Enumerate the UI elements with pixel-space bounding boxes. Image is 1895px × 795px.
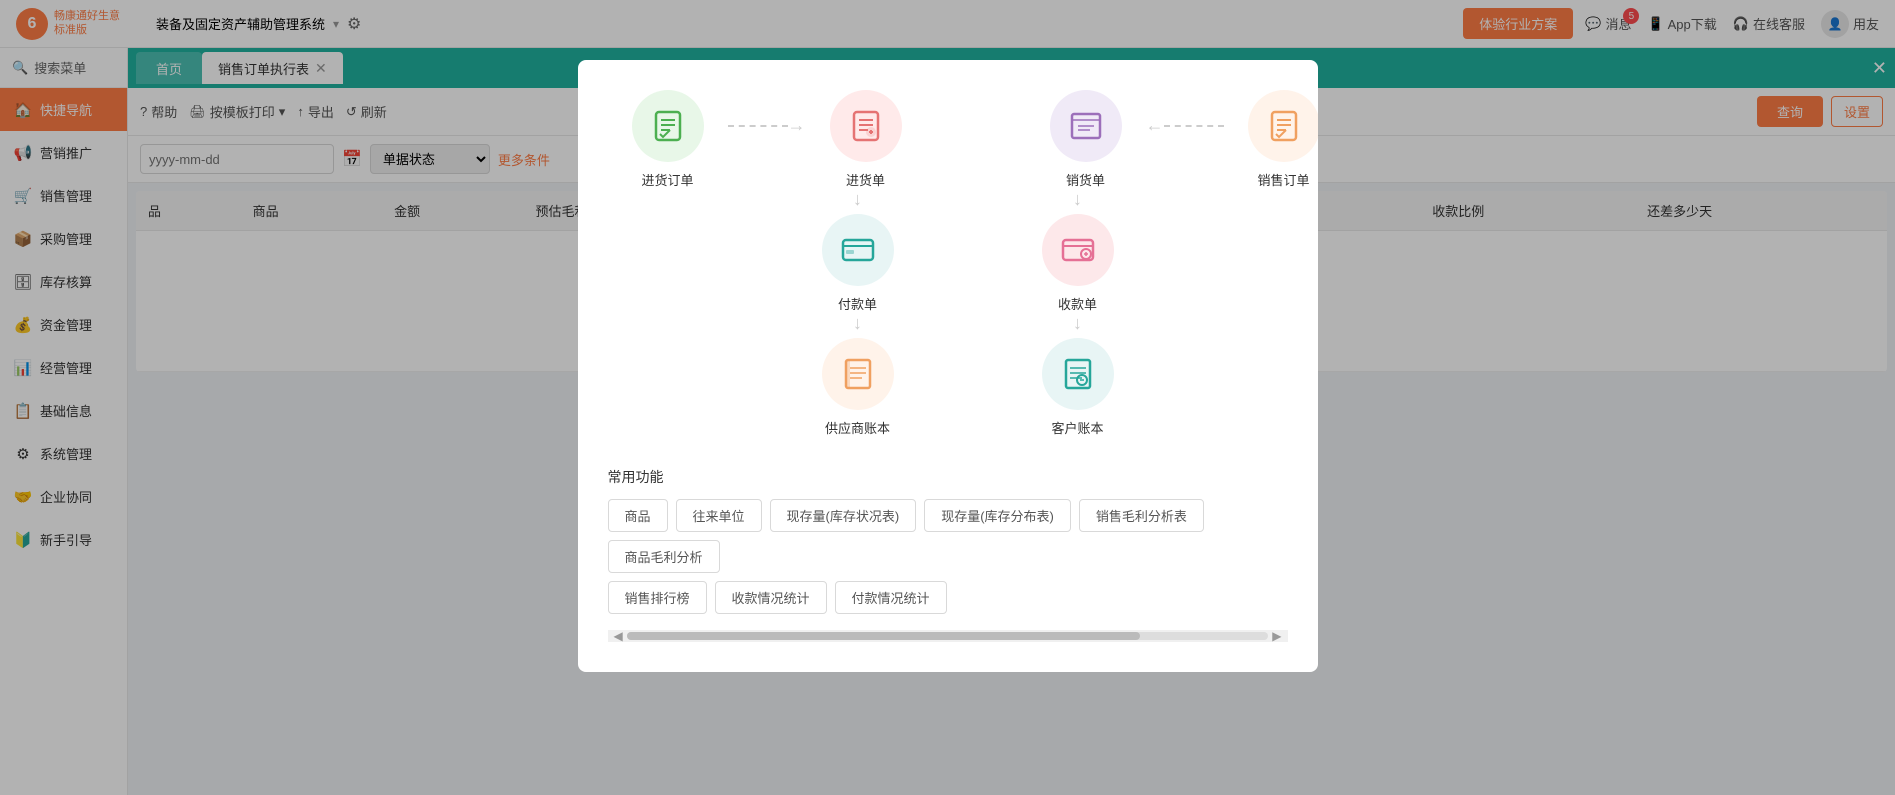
flow-node-customer-ledger: 客户账本 [1018,338,1138,437]
function-button[interactable]: 往来单位 [676,499,762,532]
sale-circle [1050,90,1122,162]
function-button[interactable]: 销售排行榜 [608,581,707,614]
quick-nav-modal: 进货订单 → 进货单 [578,60,1318,672]
scrollbar-track[interactable] [627,632,1269,640]
scroll-left-icon[interactable]: ◀ [610,629,627,643]
function-buttons-row2: 销售排行榜收款情况统计付款情况统计 [608,581,1288,614]
modal-scroll: 进货订单 → 进货单 [578,60,1318,672]
flow-node-supplier-ledger: 供应商账本 [798,338,918,437]
customer-ledger-circle [1042,338,1114,410]
supplier-ledger-label: 供应商账本 [825,418,890,437]
scroll-right-icon[interactable]: ▶ [1268,629,1285,643]
flow-node-purchase-order: 进货订单 [608,90,728,189]
function-button[interactable]: 现存量(库存状况表) [770,499,917,532]
bottom-scrollbar[interactable]: ◀ ▶ [608,630,1288,642]
function-button[interactable]: 付款情况统计 [835,581,947,614]
supplier-ledger-circle [822,338,894,410]
customer-ledger-label: 客户账本 [1051,418,1103,437]
purchase-order-circle [632,90,704,162]
purchase-order-label: 进货订单 [641,170,693,189]
function-button[interactable]: 现存量(库存分布表) [924,499,1071,532]
payment-circle [822,214,894,286]
function-button[interactable]: 收款情况统计 [715,581,827,614]
common-functions-title: 常用功能 [608,467,1288,487]
sale-order-circle [1248,90,1318,162]
sale-order-label: 销售订单 [1257,170,1309,189]
function-buttons-row1: 商品往来单位现存量(库存状况表)现存量(库存分布表)销售毛利分析表商品毛利分析 [608,499,1288,573]
flow-node-payment: 付款单 [798,214,918,313]
receipt-circle [1042,214,1114,286]
function-button[interactable]: 商品 [608,499,668,532]
sale-label: 销货单 [1066,170,1105,189]
function-button[interactable]: 商品毛利分析 [608,540,720,573]
purchase-circle [830,90,902,162]
common-functions-section: 常用功能 商品往来单位现存量(库存状况表)现存量(库存分布表)销售毛利分析表商品… [608,467,1288,614]
payment-label: 付款单 [838,294,877,313]
flow-node-purchase: 进货单 [806,90,926,189]
purchase-label: 进货单 [846,170,885,189]
flow-section: 进货订单 → 进货单 [608,90,1288,437]
receipt-label: 收款单 [1058,294,1097,313]
flow-node-sale-order: 销售订单 [1224,90,1318,189]
function-button[interactable]: 销售毛利分析表 [1079,499,1204,532]
overlay: 进货订单 → 进货单 [0,0,1895,795]
flow-node-receipt: 收款单 [1018,214,1138,313]
flow-node-sale: 销货单 [1026,90,1146,189]
scrollbar-thumb [627,632,1140,640]
